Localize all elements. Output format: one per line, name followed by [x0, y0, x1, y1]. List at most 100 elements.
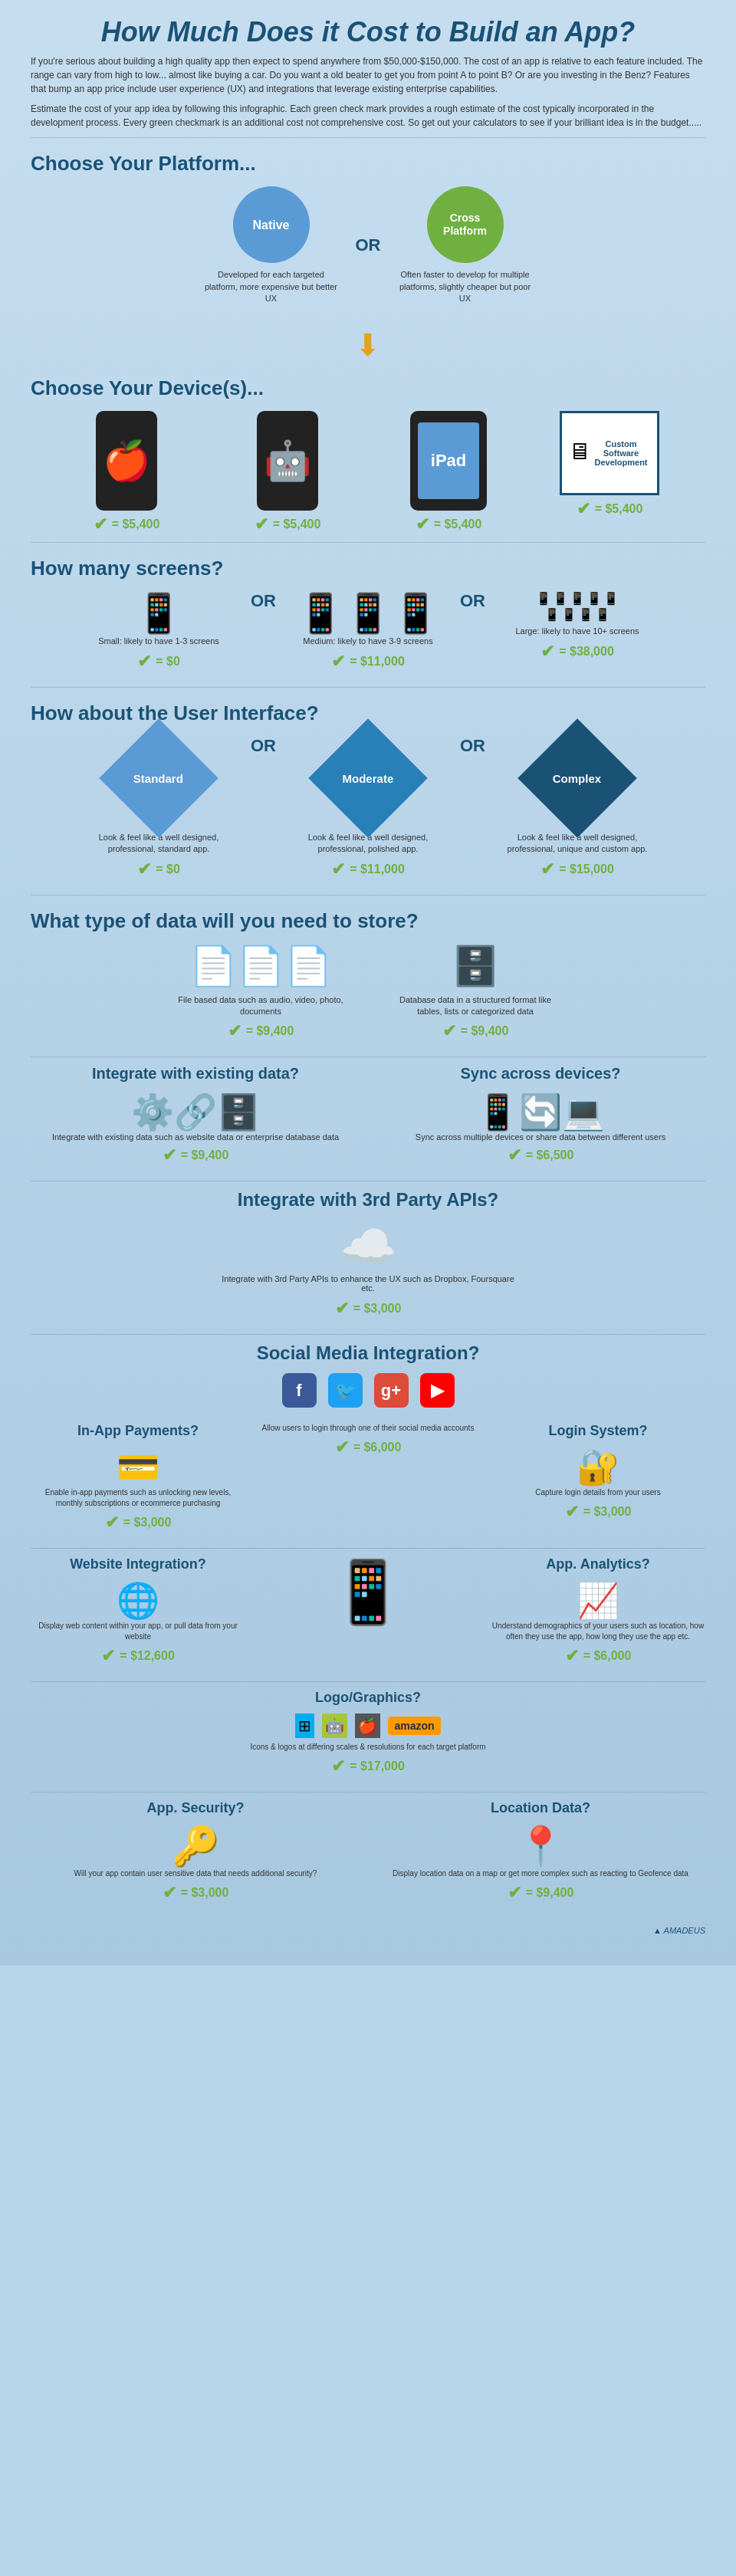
logo-desc: Icons & logos at differing scales & reso… [31, 1742, 705, 1753]
phone-graphic: 📱 [261, 1556, 475, 1628]
website-desc: Display web content within your app, or … [31, 1621, 245, 1642]
device-custom: 🖥 Custom Software Development ✔ = $5,400 [540, 411, 678, 519]
ui-complex: Complex Look & feel like a well designed… [501, 736, 654, 879]
custom-price-label: = $5,400 [595, 502, 643, 516]
screen-small-icon: 📱 [82, 591, 235, 636]
security-price-label: = $3,000 [181, 1886, 229, 1900]
ui-complex-label: Complex [553, 771, 601, 784]
db-data-icon: 🗄️ [391, 944, 560, 988]
db-data: 🗄️ Database data in a structured format … [391, 944, 560, 1042]
inapp-icon: 💳 [31, 1447, 245, 1487]
native-platform: Native Developed for each targeted platf… [202, 186, 340, 304]
security-desc: Will your app contain user sensitive dat… [31, 1868, 360, 1879]
website-analytics-row: Website Integration? 🌐 Display web conte… [31, 1556, 705, 1666]
main-title: How Much Does it Cost to Build an App? [31, 15, 705, 48]
integrate-existing: Integrate with existing data? ⚙️🔗🗄️ Inte… [31, 1065, 360, 1165]
apple-price-label: = $5,400 [112, 518, 160, 531]
native-circle: Native [233, 186, 310, 263]
custom-price: ✔ = $5,400 [540, 499, 678, 519]
social-icons-row: f 🐦 g+ ▶ [31, 1373, 705, 1408]
third-party-desc: Integrate with 3rd Party APIs to enhance… [215, 1274, 521, 1293]
data-title: What type of data will you need to store… [31, 909, 705, 933]
analytics-price-label: = $6,000 [583, 1649, 632, 1663]
header-section: How Much Does it Cost to Build an App? I… [31, 15, 705, 130]
login-icon: 🔐 [491, 1447, 705, 1487]
screens-or1: OR [251, 591, 276, 611]
inapp-price-label: = $3,000 [123, 1516, 172, 1530]
analytics-price: ✔ = $6,000 [491, 1646, 705, 1666]
sync-price-label: = $6,500 [526, 1148, 574, 1162]
screen-medium: 📱📱📱 Medium: likely to have 3-9 screens ✔… [291, 591, 445, 671]
inapp-price: ✔ = $3,000 [31, 1513, 245, 1533]
social-desc: Allow users to login through one of thei… [261, 1423, 475, 1434]
website-icon: 🌐 [31, 1580, 245, 1621]
ipad-price-label: = $5,400 [434, 518, 482, 531]
social-title: Social Media Integration? [31, 1342, 705, 1364]
ui-or1: OR [251, 736, 276, 756]
db-data-price: ✔ = $9,400 [391, 1021, 560, 1041]
arrow-down-1: ⬇ [31, 327, 705, 363]
screens-or2: OR [460, 591, 485, 611]
ui-or2: OR [460, 736, 485, 756]
device-android: 🤖 ✔ = $5,400 [219, 411, 356, 534]
login-title: Login System? [491, 1423, 705, 1439]
platform-title: Choose Your Platform... [31, 152, 705, 176]
screen-small-desc: Small: likely to have 1-3 screens [82, 636, 235, 647]
security-title: App. Security? [31, 1800, 360, 1816]
social-price: ✔ = $6,000 [261, 1438, 475, 1457]
ui-moderate-label: Moderate [343, 771, 394, 784]
screen-small: 📱 Small: likely to have 1-3 screens ✔ = … [82, 591, 235, 671]
location-title: Location Data? [376, 1800, 705, 1816]
location-col: Location Data? 📍 Display location data o… [376, 1800, 705, 1903]
screen-large-icon: 📱📱📱 📱📱📱 📱📱📱 [531, 591, 623, 622]
sync-icon: 📱🔄💻 [376, 1092, 705, 1132]
social-price-label: = $6,000 [353, 1441, 402, 1454]
db-data-desc: Database data in a structured format lik… [391, 994, 560, 1018]
youtube-icon: ▶ [420, 1373, 455, 1408]
screen-medium-price: ✔ = $11,000 [291, 652, 445, 672]
ipad-device-icon: iPad [410, 411, 487, 511]
inapp-desc: Enable in-app payments such as unlocking… [31, 1487, 245, 1509]
windows-icon: ⊞ [295, 1714, 314, 1738]
android-price-label: = $5,400 [273, 518, 321, 531]
website-price: ✔ = $12,600 [31, 1646, 245, 1666]
location-desc: Display location data on a map or get mo… [376, 1868, 705, 1879]
cross-circle: Cross Platform [427, 186, 504, 263]
sync-price: ✔ = $6,500 [376, 1145, 705, 1165]
apple-device-icon: 🍎 [96, 411, 157, 511]
android-brand-icon: 🤖 [322, 1714, 347, 1738]
screens-title: How many screens? [31, 557, 705, 580]
logo-price-label: = $17,000 [350, 1760, 405, 1773]
logo-title: Logo/Graphics? [31, 1690, 705, 1706]
integrate-desc: Integrate with existing data such as web… [31, 1132, 360, 1142]
ui-moderate: Moderate Look & feel like a well designe… [291, 736, 445, 879]
location-icon: 📍 [376, 1824, 705, 1868]
apple-brand-icon: 🍎 [355, 1714, 380, 1738]
custom-device-box: 🖥 Custom Software Development [560, 411, 659, 495]
third-party-icon: ☁️ [31, 1220, 705, 1274]
sync-title: Sync across devices? [376, 1065, 705, 1083]
native-label: Native [252, 218, 289, 232]
analytics-icon: 📈 [491, 1580, 705, 1621]
header-desc1: If you're serious about building a high … [31, 54, 705, 96]
twitter-icon: 🐦 [328, 1373, 363, 1408]
googleplus-icon: g+ [374, 1373, 409, 1408]
screen-medium-icon: 📱📱📱 [291, 591, 445, 636]
header-desc2: Estimate the cost of your app idea by fo… [31, 102, 705, 130]
android-check: ✔ [255, 514, 268, 534]
file-data-price: ✔ = $9,400 [176, 1021, 345, 1041]
website-price-label: = $12,600 [120, 1649, 175, 1663]
inapp-col: In-App Payments? 💳 Enable in-app payment… [31, 1423, 245, 1533]
inapp-title: In-App Payments? [31, 1423, 245, 1439]
file-data-desc: File based data such as audio, video, ph… [176, 994, 345, 1018]
screen-medium-desc: Medium: likely to have 3-9 screens [291, 636, 445, 647]
ui-row: Standard Look & feel like a well designe… [31, 736, 705, 879]
platform-or: OR [356, 235, 381, 255]
login-desc: Capture login details from your users [491, 1487, 705, 1498]
db-price-label: = $9,400 [461, 1024, 509, 1038]
footer-brand: ▲ AMADEUS [653, 1926, 705, 1935]
data-row: 📄📄📄 File based data such as audio, video… [31, 944, 705, 1042]
third-party-price-label: = $3,000 [353, 1302, 402, 1316]
third-party-price: ✔ = $3,000 [31, 1299, 705, 1319]
ui-standard-diamond: Standard [99, 718, 219, 838]
